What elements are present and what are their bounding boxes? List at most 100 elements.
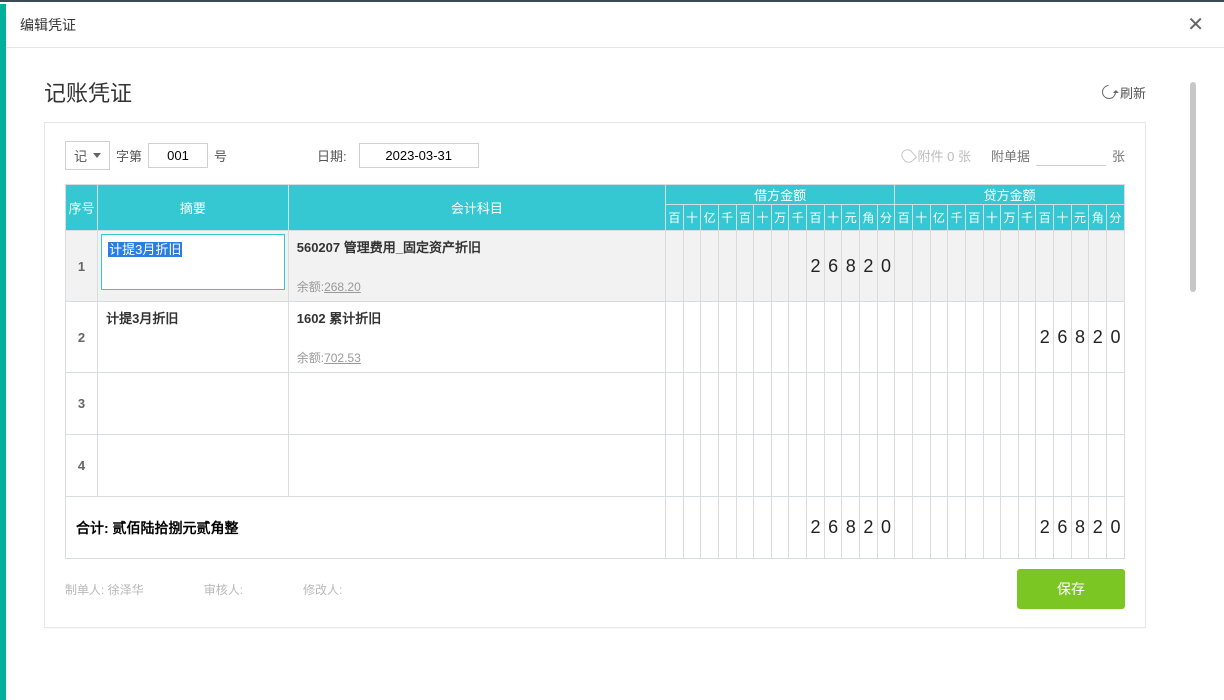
amount-digit[interactable] [736,373,754,435]
amount-digit[interactable]: 8 [842,231,860,302]
date-input[interactable] [359,143,479,168]
amount-digit[interactable] [807,373,825,435]
amount-digit[interactable] [877,373,895,435]
amount-digit[interactable] [912,231,930,302]
table-row[interactable]: 1计提3月折旧560207 管理费用_固定资产折旧余额:268.2026820 [66,231,1125,302]
amount-digit[interactable] [1001,373,1019,435]
amount-digit[interactable] [1071,435,1089,497]
amount-digit[interactable] [754,302,772,373]
amount-digit[interactable] [1107,231,1125,302]
amount-digit[interactable] [1089,373,1107,435]
amount-digit[interactable]: 6 [1054,302,1072,373]
amount-digit[interactable] [1036,373,1054,435]
summary-cell[interactable]: 计提3月折旧 [98,231,289,302]
amount-digit[interactable] [701,373,719,435]
amount-digit[interactable] [666,435,684,497]
amount-digit[interactable] [930,231,948,302]
table-row[interactable]: 4 [66,435,1125,497]
scrollbar[interactable] [1190,82,1196,292]
amount-digit[interactable] [877,435,895,497]
amount-digit[interactable] [683,373,701,435]
amount-digit[interactable] [912,373,930,435]
amount-digit[interactable] [1018,373,1036,435]
amount-digit[interactable] [683,302,701,373]
amount-digit[interactable] [718,302,736,373]
refresh-button[interactable]: 刷新 [1102,83,1146,102]
amount-digit[interactable] [789,373,807,435]
amount-digit[interactable] [1018,231,1036,302]
amount-digit[interactable] [895,373,913,435]
amount-digit[interactable] [1018,302,1036,373]
amount-digit[interactable] [736,231,754,302]
amount-digit[interactable] [824,373,842,435]
amount-digit[interactable] [807,302,825,373]
save-button[interactable]: 保存 [1017,569,1125,609]
summary-selected-text[interactable]: 计提3月折旧 [108,242,182,257]
amount-digit[interactable] [948,302,966,373]
amount-digit[interactable] [930,435,948,497]
amount-digit[interactable] [842,435,860,497]
amount-digit[interactable] [1054,435,1072,497]
amount-digit[interactable] [1107,435,1125,497]
amount-digit[interactable] [701,231,719,302]
amount-digit[interactable] [948,435,966,497]
amount-digit[interactable] [983,373,1001,435]
amount-digit[interactable] [1054,231,1072,302]
amount-digit[interactable] [930,302,948,373]
amount-digit[interactable] [754,231,772,302]
amount-digit[interactable] [824,435,842,497]
amount-digit[interactable] [701,435,719,497]
amount-digit[interactable] [930,373,948,435]
amount-digit[interactable] [965,373,983,435]
amount-digit[interactable] [895,302,913,373]
amount-digit[interactable]: 8 [1071,302,1089,373]
amount-digit[interactable] [771,435,789,497]
amount-digit[interactable] [983,231,1001,302]
amount-digit[interactable] [736,435,754,497]
amount-digit[interactable] [1001,231,1019,302]
subject-cell[interactable] [288,373,665,435]
amount-digit[interactable] [1001,302,1019,373]
amount-digit[interactable] [1001,435,1019,497]
amount-digit[interactable] [683,231,701,302]
table-row[interactable]: 3 [66,373,1125,435]
amount-digit[interactable] [842,373,860,435]
amount-digit[interactable] [718,435,736,497]
amount-digit[interactable] [666,373,684,435]
amount-digit[interactable] [983,435,1001,497]
balance-text[interactable]: 余额:702.53 [297,349,657,366]
attach-count-input[interactable] [1036,146,1106,166]
amount-digit[interactable] [683,435,701,497]
amount-digit[interactable] [912,302,930,373]
amount-digit[interactable] [754,435,772,497]
amount-digit[interactable]: 2 [807,231,825,302]
attachment-link[interactable]: 附件 0 张 [902,146,971,165]
voucher-number-input[interactable] [148,143,208,168]
amount-digit[interactable] [948,231,966,302]
amount-digit[interactable] [1089,435,1107,497]
amount-digit[interactable] [1054,373,1072,435]
amount-digit[interactable] [860,373,878,435]
table-row[interactable]: 2计提3月折旧1602 累计折旧余额:702.5326820 [66,302,1125,373]
amount-digit[interactable] [824,302,842,373]
amount-digit[interactable] [965,435,983,497]
summary-cell[interactable] [98,435,289,497]
amount-digit[interactable] [965,231,983,302]
amount-digit[interactable] [948,373,966,435]
amount-digit[interactable]: 0 [877,231,895,302]
amount-digit[interactable] [1089,231,1107,302]
amount-digit[interactable] [789,302,807,373]
amount-digit[interactable] [1036,231,1054,302]
amount-digit[interactable] [895,435,913,497]
amount-digit[interactable] [983,302,1001,373]
amount-digit[interactable] [718,373,736,435]
amount-digit[interactable]: 0 [1107,302,1125,373]
amount-digit[interactable] [1071,231,1089,302]
amount-digit[interactable] [736,302,754,373]
amount-digit[interactable] [912,435,930,497]
amount-digit[interactable] [771,302,789,373]
amount-digit[interactable] [895,231,913,302]
summary-cell[interactable]: 计提3月折旧 [98,302,289,373]
amount-digit[interactable]: 6 [824,231,842,302]
amount-digit[interactable] [718,231,736,302]
